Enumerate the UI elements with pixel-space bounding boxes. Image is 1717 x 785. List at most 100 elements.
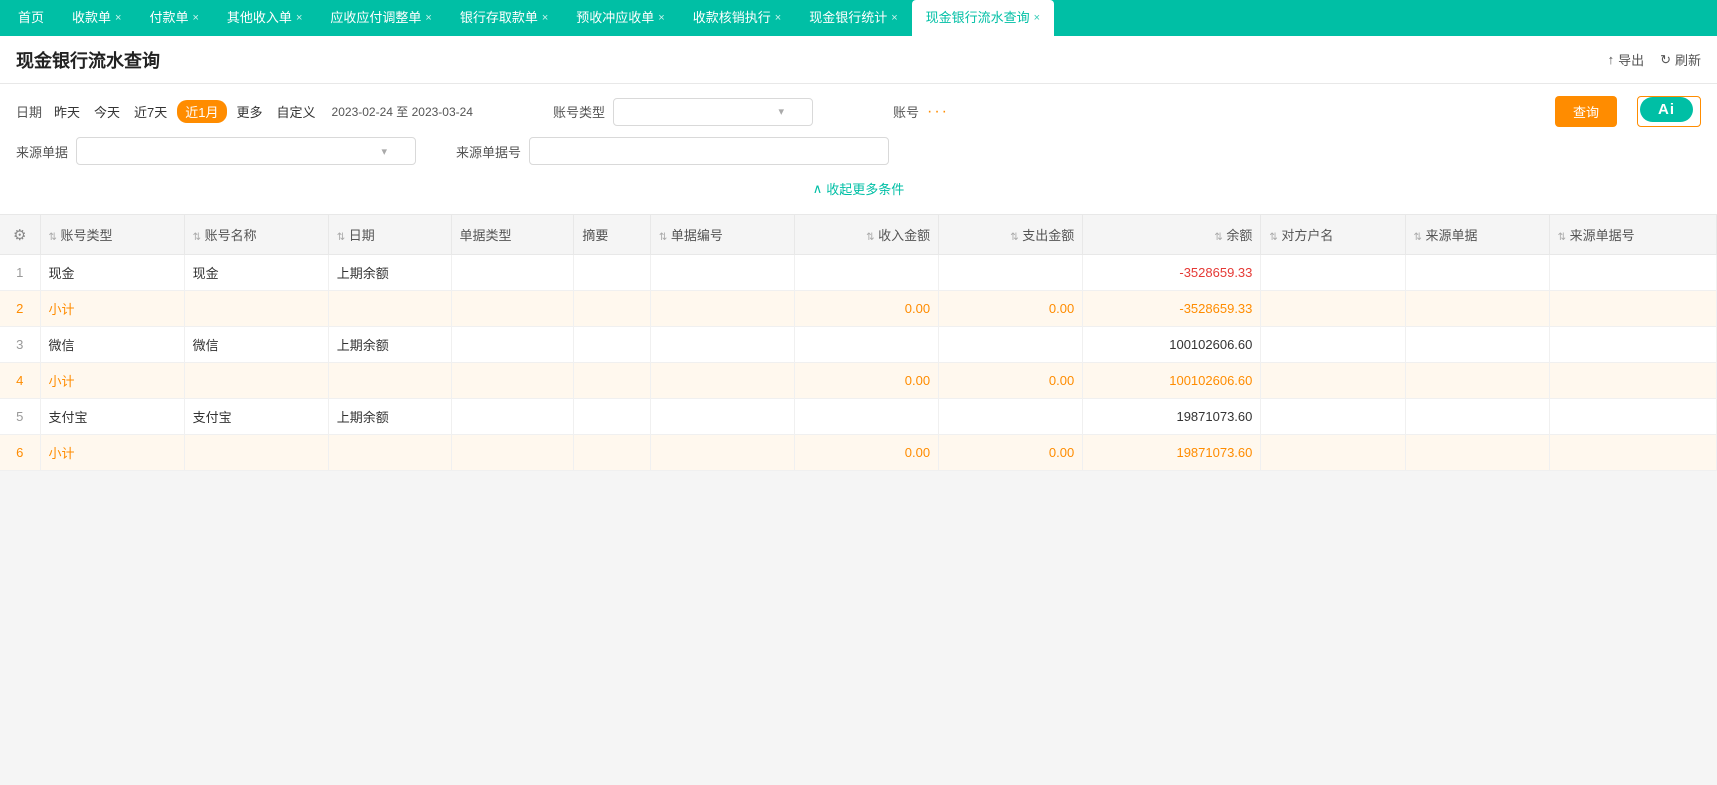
cell-balance: 100102606.60 (1083, 327, 1261, 363)
date-opt-today[interactable]: 今天 (90, 100, 124, 123)
cell-source-doc-no (1549, 399, 1716, 435)
col-account-name[interactable]: ⇅ 账号名称 (184, 215, 328, 255)
cell-date (328, 363, 451, 399)
date-opt-custom[interactable]: 自定义 (273, 100, 320, 123)
data-table: ⚙ ⇅ 账号类型 ⇅ 账号名称 ⇅ 日期 单据类型 摘要 ⇅ 单 (0, 215, 1717, 471)
cell-balance: -3528659.33 (1083, 291, 1261, 327)
cell-date (328, 435, 451, 471)
date-opt-1month[interactable]: 近1月 (177, 100, 226, 123)
close-flow-icon[interactable]: × (1034, 0, 1040, 36)
cell-counterpart (1261, 327, 1405, 363)
col-source-doc[interactable]: ⇅ 来源单据 (1405, 215, 1549, 255)
nav-item-bank-deposit[interactable]: 银行存取款单 × (446, 0, 562, 36)
cell-summary (574, 435, 651, 471)
cell-counterpart (1261, 255, 1405, 291)
close-advance-icon[interactable]: × (658, 0, 664, 36)
sort-icon-account-name: ⇅ (193, 232, 201, 243)
close-other-income-icon[interactable]: × (296, 0, 302, 36)
col-counterpart[interactable]: ⇅ 对方户名 (1261, 215, 1405, 255)
nav-label-receipt: 收款单 (72, 0, 111, 36)
nav-item-other-income[interactable]: 其他收入单 × (213, 0, 316, 36)
cell-income: 0.00 (794, 363, 938, 399)
source-doc-select[interactable]: ▾ (76, 137, 416, 165)
cell-doc-type (451, 255, 574, 291)
nav-item-advance[interactable]: 预收冲应收单 × (562, 0, 678, 36)
col-summary[interactable]: 摘要 (574, 215, 651, 255)
cell-date: 上期余额 (328, 327, 451, 363)
filter-area: 日期 昨天 今天 近7天 近1月 更多 自定义 2023-02-24 至 202… (0, 84, 1717, 215)
close-payment-icon[interactable]: × (192, 0, 198, 36)
account-label: 账号 (893, 102, 919, 121)
close-verify-icon[interactable]: × (775, 0, 781, 36)
collapse-label: 收起更多条件 (826, 179, 904, 198)
account-type-select[interactable]: ▾ (613, 98, 813, 126)
header-actions: ↑ 导出 ↻ 刷新 (1608, 50, 1701, 69)
refresh-label: 刷新 (1675, 50, 1701, 69)
col-date[interactable]: ⇅ 日期 (328, 215, 451, 255)
cell-source-doc (1405, 255, 1549, 291)
date-opt-more[interactable]: 更多 (233, 100, 267, 123)
nav-label-bank-deposit: 银行存取款单 (460, 0, 538, 36)
nav-label-stats: 现金银行统计 (809, 0, 887, 36)
col-doc-type[interactable]: 单据类型 (451, 215, 574, 255)
table-row: 3微信微信上期余额100102606.60 (0, 327, 1717, 363)
cell-balance: 19871073.60 (1083, 399, 1261, 435)
table-header-row: ⚙ ⇅ 账号类型 ⇅ 账号名称 ⇅ 日期 单据类型 摘要 ⇅ 单 (0, 215, 1717, 255)
col-source-doc-no[interactable]: ⇅ 来源单据号 (1549, 215, 1716, 255)
sort-icon-source-doc: ⇅ (1414, 232, 1422, 243)
account-dots[interactable]: ··· (927, 103, 949, 121)
close-stats-icon[interactable]: × (891, 0, 897, 36)
cell-summary (574, 255, 651, 291)
cell-source-doc (1405, 327, 1549, 363)
cell-account-type: 微信 (40, 327, 184, 363)
query-button[interactable]: 查询 (1555, 96, 1617, 127)
date-filter-group: 日期 昨天 今天 近7天 近1月 更多 自定义 2023-02-24 至 202… (16, 100, 473, 123)
export-button[interactable]: ↑ 导出 (1608, 50, 1645, 69)
cell-doc-type (451, 399, 574, 435)
cell-expense: 0.00 (939, 363, 1083, 399)
col-doc-no[interactable]: ⇅ 单据编号 (650, 215, 794, 255)
nav-label-verify: 收款核销执行 (693, 0, 771, 36)
cell-balance: 19871073.60 (1083, 435, 1261, 471)
cell-account-name (184, 363, 328, 399)
nav-item-receipt[interactable]: 收款单 × (58, 0, 135, 36)
page-header: 现金银行流水查询 ↑ 导出 ↻ 刷新 (0, 36, 1717, 84)
nav-item-home[interactable]: 首页 (4, 0, 58, 36)
date-opt-yesterday[interactable]: 昨天 (50, 100, 84, 123)
cell-source-doc-no (1549, 291, 1716, 327)
col-gear[interactable]: ⚙ (0, 215, 40, 255)
source-doc-no-input[interactable] (529, 137, 889, 165)
nav-item-verify[interactable]: 收款核销执行 × (679, 0, 795, 36)
nav-item-stats[interactable]: 现金银行统计 × (795, 0, 911, 36)
close-receipt-icon[interactable]: × (115, 0, 121, 36)
sort-icon-income: ⇅ (866, 232, 874, 243)
col-account-type[interactable]: ⇅ 账号类型 (40, 215, 184, 255)
table-row: 2小计0.000.00-3528659.33 (0, 291, 1717, 327)
cell-income (794, 255, 938, 291)
col-balance[interactable]: ⇅ 余额 (1083, 215, 1261, 255)
nav-item-payment[interactable]: 付款单 × (135, 0, 212, 36)
collapse-bar[interactable]: ∧ 收起更多条件 (16, 175, 1701, 202)
close-adjustment-icon[interactable]: × (425, 0, 431, 36)
source-doc-label: 来源单据 (16, 142, 68, 161)
nav-item-flow[interactable]: 现金银行流水查询 × (912, 0, 1054, 36)
col-expense[interactable]: ⇅ 支出金额 (939, 215, 1083, 255)
col-income[interactable]: ⇅ 收入金额 (794, 215, 938, 255)
date-opt-7days[interactable]: 近7天 (130, 100, 171, 123)
sort-icon-balance: ⇅ (1214, 232, 1222, 243)
nav-label-flow: 现金银行流水查询 (926, 0, 1030, 36)
export-label: 导出 (1618, 50, 1644, 69)
nav-item-adjustment[interactable]: 应收应付调整单 × (316, 0, 445, 36)
cell-doc-no (650, 363, 794, 399)
date-label: 日期 (16, 102, 42, 121)
refresh-button[interactable]: ↻ 刷新 (1660, 50, 1701, 69)
cell-date (328, 291, 451, 327)
ai-badge[interactable]: Ai (1640, 97, 1693, 122)
cell-expense (939, 327, 1083, 363)
close-bank-deposit-icon[interactable]: × (542, 0, 548, 36)
cell-doc-type (451, 291, 574, 327)
sort-icon-account-type: ⇅ (49, 232, 57, 243)
cell-account-name (184, 435, 328, 471)
table-row: 6小计0.000.0019871073.60 (0, 435, 1717, 471)
cell-summary (574, 399, 651, 435)
